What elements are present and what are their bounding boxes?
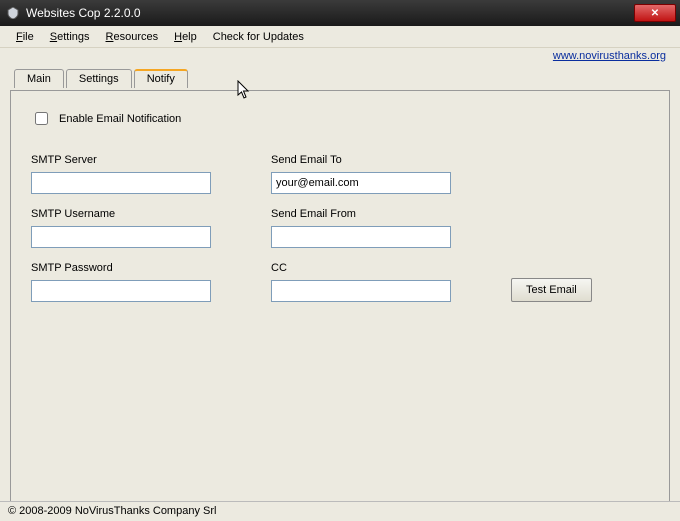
smtp-username-label: SMTP Username	[31, 208, 211, 220]
app-icon	[6, 6, 20, 20]
link-bar: www.novirusthanks.org	[0, 48, 680, 68]
copyright-text: © 2008-2009 NoVirusThanks Company Srl	[8, 505, 216, 517]
menu-settings[interactable]: Settings	[44, 29, 96, 45]
send-to-label: Send Email To	[271, 154, 451, 166]
smtp-username-input[interactable]	[31, 226, 211, 248]
smtp-password-label: SMTP Password	[31, 262, 211, 274]
menu-help[interactable]: Help	[168, 29, 203, 45]
tab-settings[interactable]: Settings	[66, 69, 132, 88]
enable-email-label: Enable Email Notification	[59, 113, 181, 125]
smtp-server-input[interactable]	[31, 172, 211, 194]
cc-input[interactable]	[271, 280, 451, 302]
menu-bar: File Settings Resources Help Check for U…	[0, 26, 680, 48]
smtp-server-label: SMTP Server	[31, 154, 211, 166]
send-from-input[interactable]	[271, 226, 451, 248]
menu-resources[interactable]: Resources	[100, 29, 165, 45]
menu-check-updates[interactable]: Check for Updates	[207, 29, 310, 45]
close-icon: ✕	[651, 8, 659, 19]
enable-email-checkbox[interactable]	[35, 112, 48, 125]
window-title: Websites Cop 2.2.0.0	[26, 6, 634, 20]
vendor-link[interactable]: www.novirusthanks.org	[553, 50, 666, 62]
menu-file[interactable]: File	[10, 29, 40, 45]
notify-panel: Enable Email Notification SMTP Server SM…	[10, 90, 670, 502]
test-email-button[interactable]: Test Email	[511, 278, 592, 302]
cc-label: CC	[271, 262, 451, 274]
tab-notify[interactable]: Notify	[134, 69, 188, 88]
status-bar: © 2008-2009 NoVirusThanks Company Srl	[0, 501, 680, 521]
close-button[interactable]: ✕	[634, 4, 676, 22]
title-bar: Websites Cop 2.2.0.0 ✕	[0, 0, 680, 26]
send-to-input[interactable]	[271, 172, 451, 194]
tab-main[interactable]: Main	[14, 69, 64, 88]
smtp-password-input[interactable]	[31, 280, 211, 302]
send-from-label: Send Email From	[271, 208, 451, 220]
tab-strip: Main Settings Notify	[14, 68, 680, 90]
